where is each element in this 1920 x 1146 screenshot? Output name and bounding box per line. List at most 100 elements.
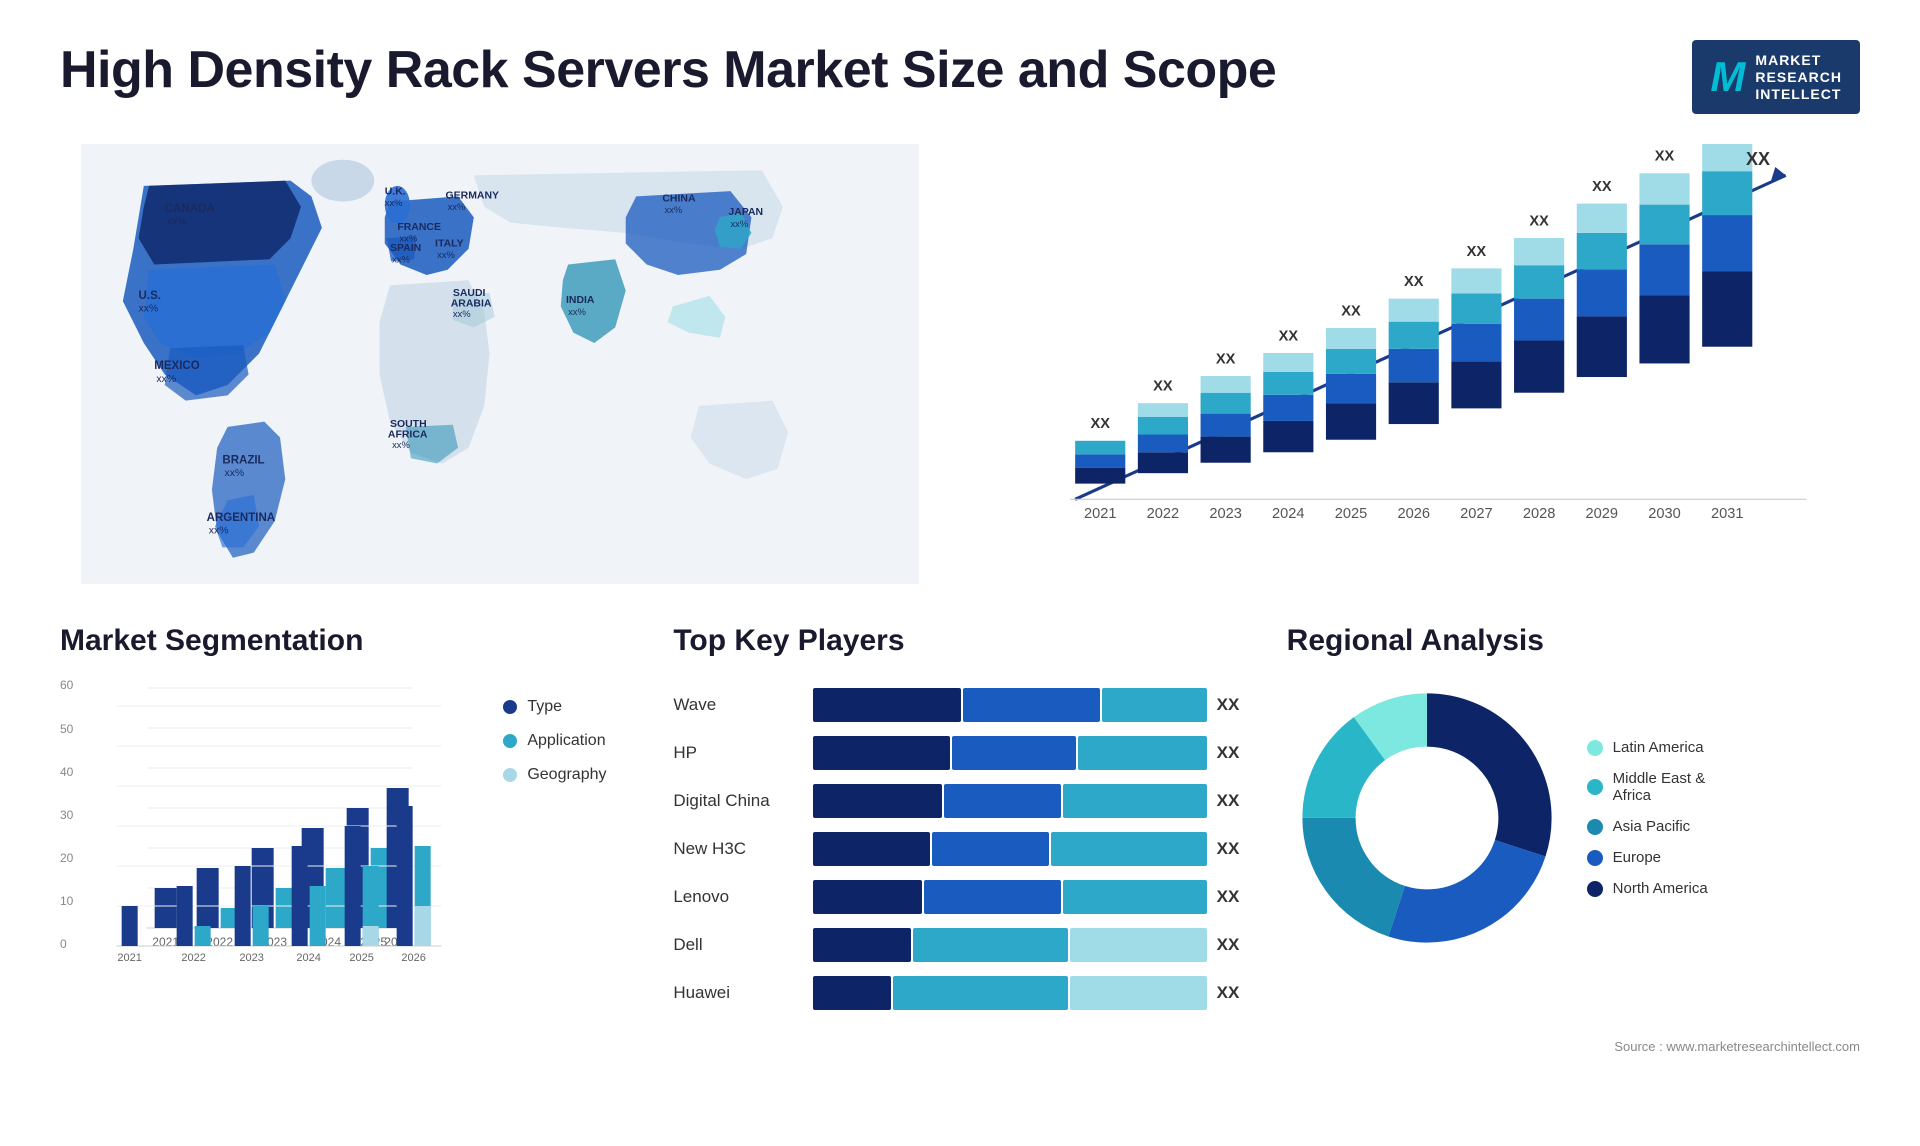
svg-text:xx%: xx% [139,304,159,315]
bar-chart-svg: XX 2021 XX 2022 XX [980,144,1860,562]
bar-chart-wrapper: XX 2021 XX 2022 XX [980,144,1860,584]
svg-text:2027: 2027 [1460,507,1493,523]
svg-text:xx%: xx% [224,468,244,479]
player-bar-huawei [813,976,1206,1010]
svg-text:xx%: xx% [437,250,455,261]
legend-type-label: Type [527,698,562,716]
svg-text:2023: 2023 [239,952,263,964]
svg-text:XX: XX [1404,275,1424,291]
svg-text:xx%: xx% [209,526,229,537]
world-map-svg: CANADA xx% U.S. xx% MEXICO xx% BRAZIL xx… [60,144,940,584]
player-row-h3c: New H3C XX [673,832,1246,866]
svg-text:xx%: xx% [448,201,466,212]
svg-text:2024: 2024 [1272,507,1305,523]
svg-text:SPAIN: SPAIN [390,243,421,254]
svg-text:XX: XX [1216,352,1236,368]
svg-text:2025: 2025 [1335,507,1368,523]
player-row-dc: Digital China XX [673,784,1246,818]
seg-chart-svg-2: 2021 2022 2023 [60,696,473,976]
legend-apac: Asia Pacific [1587,818,1708,835]
svg-text:SOUTH: SOUTH [390,419,427,430]
chart-top-label: XX [1746,149,1770,170]
svg-text:2026: 2026 [401,952,425,964]
svg-text:2030: 2030 [1648,507,1681,523]
player-xx-hp: XX [1217,743,1247,763]
player-bar-seg-1 [813,928,910,962]
legend-europe-dot [1587,850,1603,866]
player-name-hp: HP [673,743,803,763]
player-bar-seg-1 [813,736,949,770]
main-grid: CANADA xx% U.S. xx% MEXICO xx% BRAZIL xx… [60,144,1860,614]
svg-text:XX: XX [1655,149,1675,165]
legend-latin-text: Latin America [1613,739,1704,756]
legend-application-label: Application [527,732,605,750]
legend-geography-dot [503,768,517,782]
player-bar-seg-3 [1070,928,1206,962]
player-xx-dell: XX [1217,935,1247,955]
player-bar-seg-1 [813,832,930,866]
legend-europe: Europe [1587,849,1708,866]
svg-text:MEXICO: MEXICO [154,361,199,373]
player-bar-seg-3 [1070,976,1206,1010]
svg-text:2021: 2021 [1084,507,1117,523]
svg-text:CANADA: CANADA [165,203,216,215]
seg-chart-area: 0 10 20 30 40 50 60 [60,678,473,981]
player-bar-wave [813,688,1206,722]
player-row-huawei: Huawei XX [673,976,1246,1010]
logo-letter: M [1710,53,1745,101]
legend-mea: Middle East &Africa [1587,770,1708,804]
player-bar-dc [813,784,1206,818]
logo-container: M MARKET RESEARCH INTELLECT [1692,40,1860,114]
svg-text:xx%: xx% [392,439,410,450]
player-xx-wave: XX [1217,695,1247,715]
players-list: Wave XX HP XX [673,688,1246,1024]
seg-legend: Type Application Geography [503,678,633,784]
player-row-hp: HP XX [673,736,1246,770]
player-xx-h3c: XX [1217,839,1247,859]
svg-text:XX: XX [1090,417,1110,433]
player-bar-seg-3 [1078,736,1206,770]
svg-text:xx%: xx% [392,254,410,265]
svg-text:xx%: xx% [730,218,748,229]
svg-text:2029: 2029 [1586,507,1619,523]
player-name-lenovo: Lenovo [673,887,803,907]
legend-mea-dot [1587,779,1603,795]
svg-text:xx%: xx% [156,374,176,385]
bar-chart-section: XX 2021 XX 2022 XX [980,144,1860,584]
player-bar-lenovo [813,880,1206,914]
player-bar-hp [813,736,1206,770]
svg-text:XX: XX [1467,244,1487,260]
player-row-dell: Dell XX [673,928,1246,962]
legend-application: Application [503,732,633,750]
player-bar-seg-3 [1063,784,1207,818]
bottom-grid: Market Segmentation 0 10 20 30 40 50 60 [60,624,1860,1024]
legend-na-dot [1587,881,1603,897]
svg-text:ITALY: ITALY [435,239,464,250]
player-bar-seg-1 [813,688,961,722]
legend-apac-text: Asia Pacific [1613,818,1691,835]
player-row-lenovo: Lenovo XX [673,880,1246,914]
svg-text:XX: XX [1341,304,1361,320]
svg-text:xx%: xx% [385,197,403,208]
svg-text:CHINA: CHINA [662,194,696,205]
svg-text:2022: 2022 [1147,507,1180,523]
segmentation-section: Market Segmentation 0 10 20 30 40 50 60 [60,624,633,1024]
svg-text:xx%: xx% [399,233,417,244]
player-name-dell: Dell [673,935,803,955]
regional-title: Regional Analysis [1287,624,1860,658]
svg-text:XX: XX [1153,379,1173,395]
svg-text:xx%: xx% [568,306,586,317]
svg-text:2031: 2031 [1711,507,1744,523]
svg-text:SAUDI: SAUDI [453,288,486,299]
regional-section: Regional Analysis [1287,624,1860,1024]
svg-text:U.K.: U.K. [385,187,406,198]
svg-text:JAPAN: JAPAN [728,208,763,219]
donut-svg [1287,678,1567,958]
svg-text:xx%: xx% [664,205,682,216]
player-bar-seg-1 [813,976,891,1010]
player-xx-dc: XX [1217,791,1247,811]
player-bar-seg-2 [952,736,1077,770]
seg-content: 0 10 20 30 40 50 60 [60,678,633,981]
players-title: Top Key Players [673,624,1246,658]
svg-text:ARGENTINA: ARGENTINA [207,513,276,525]
